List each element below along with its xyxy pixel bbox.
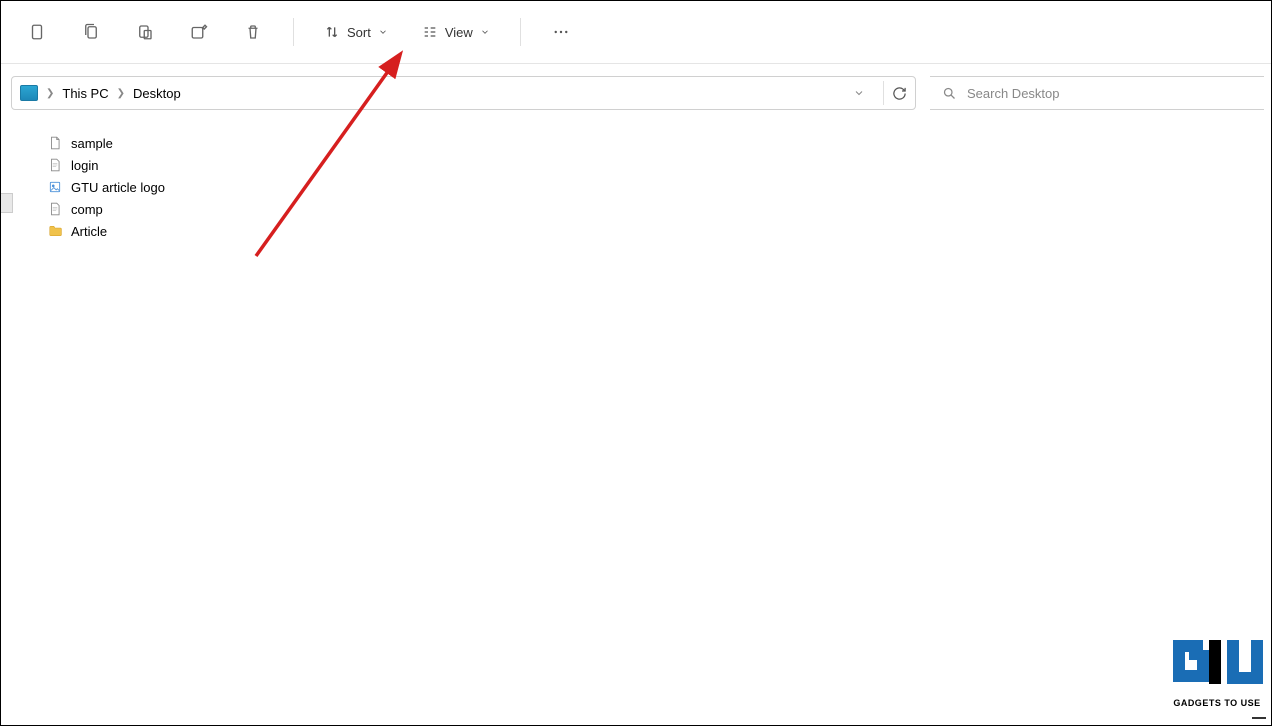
file-name: login — [71, 158, 98, 173]
chevron-right-icon: ❯ — [46, 88, 54, 99]
folder-icon — [47, 223, 63, 239]
more-button[interactable] — [545, 16, 577, 48]
text-file-icon — [47, 157, 63, 173]
left-collapsed-panel[interactable] — [1, 193, 13, 213]
sort-label: Sort — [347, 25, 371, 40]
image-file-icon — [47, 179, 63, 195]
rename-button[interactable] — [183, 16, 215, 48]
watermark-text: GADGETS TO USE — [1173, 698, 1260, 708]
chevron-down-icon — [378, 27, 388, 37]
list-item[interactable]: login — [47, 154, 347, 176]
copy-button[interactable] — [75, 16, 107, 48]
chevron-right-icon: ❯ — [117, 88, 125, 99]
watermark-logo — [1171, 638, 1263, 696]
toolbar-divider — [293, 18, 294, 46]
list-item[interactable]: GTU article logo — [47, 176, 347, 198]
paste-button[interactable] — [129, 16, 161, 48]
file-name: comp — [71, 202, 103, 217]
watermark: GADGETS TO USE — [1171, 638, 1263, 708]
delete-button[interactable] — [237, 16, 269, 48]
breadcrumb-dropdown[interactable] — [847, 81, 871, 105]
search-bar[interactable] — [930, 76, 1264, 110]
file-name: Article — [71, 224, 107, 239]
breadcrumb-current[interactable]: Desktop — [133, 86, 181, 101]
breadcrumb[interactable]: ❯ This PC ❯ Desktop — [11, 76, 916, 110]
file-name: sample — [71, 136, 113, 151]
chevron-down-icon — [480, 27, 490, 37]
search-input[interactable] — [967, 86, 1252, 101]
file-list: sample login GTU article logo comp Artic… — [1, 114, 1271, 252]
pc-icon — [20, 85, 38, 101]
breadcrumb-root[interactable]: This PC — [62, 86, 108, 101]
new-button[interactable] — [21, 16, 53, 48]
list-item[interactable]: Article — [47, 220, 347, 242]
list-item[interactable]: comp — [47, 198, 347, 220]
document-icon — [47, 135, 63, 151]
search-icon — [942, 86, 957, 101]
list-item[interactable]: sample — [47, 132, 347, 154]
navigation-row: ❯ This PC ❯ Desktop — [1, 72, 1271, 114]
view-label: View — [445, 25, 473, 40]
toolbar: Sort View — [1, 1, 1271, 64]
resize-handle — [1252, 717, 1266, 719]
sort-dropdown[interactable]: Sort — [318, 20, 394, 44]
view-dropdown[interactable]: View — [416, 20, 496, 44]
file-name: GTU article logo — [71, 180, 165, 195]
toolbar-divider — [520, 18, 521, 46]
refresh-button[interactable] — [883, 81, 907, 105]
text-file-icon — [47, 201, 63, 217]
